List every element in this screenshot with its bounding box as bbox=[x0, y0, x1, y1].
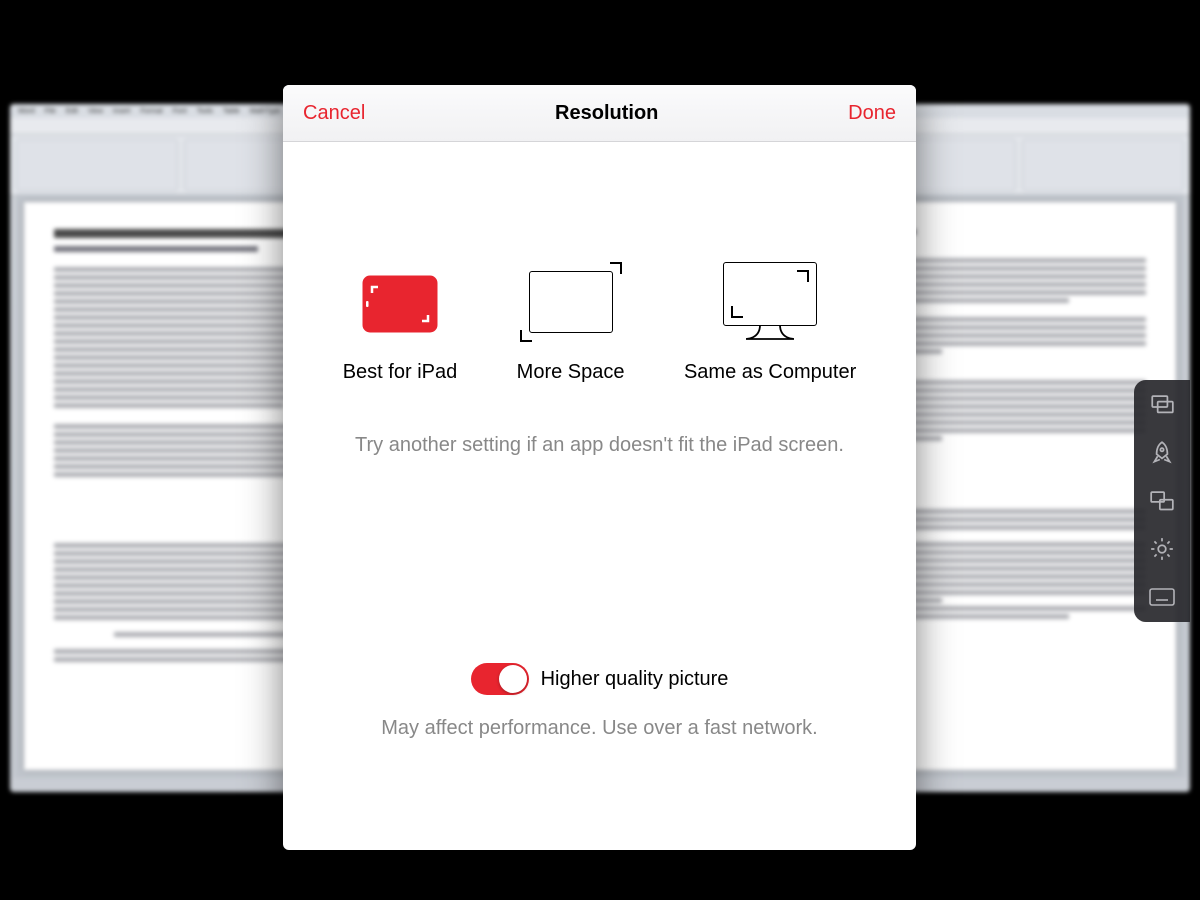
modal-title: Resolution bbox=[555, 102, 658, 125]
ipad-icon bbox=[362, 275, 438, 333]
resolution-options: Best for iPad More Space bbox=[283, 262, 916, 384]
screen-icon bbox=[529, 271, 613, 333]
windows-icon[interactable] bbox=[1149, 394, 1175, 416]
menubar-item: MathType bbox=[250, 108, 281, 115]
menubar-item: Insert bbox=[113, 108, 131, 115]
gear-icon[interactable] bbox=[1149, 538, 1175, 560]
rocket-icon[interactable] bbox=[1149, 442, 1175, 464]
menubar-item: Font bbox=[173, 108, 187, 115]
toggle-hint: May affect performance. Use over a fast … bbox=[283, 717, 916, 740]
option-best-for-ipad[interactable]: Best for iPad bbox=[343, 275, 458, 384]
modal-header: Cancel Resolution Done bbox=[283, 85, 916, 142]
resolution-settings-modal: Cancel Resolution Done Best for iPad bbox=[283, 85, 916, 850]
menubar-item: View bbox=[88, 108, 103, 115]
cancel-button[interactable]: Cancel bbox=[303, 102, 365, 125]
option-more-space[interactable]: More Space bbox=[517, 271, 625, 384]
option-label: Same as Computer bbox=[684, 361, 856, 384]
higher-quality-toggle[interactable] bbox=[471, 663, 529, 695]
menubar-item: File bbox=[45, 108, 56, 115]
connection-side-toolbar bbox=[1134, 380, 1190, 622]
option-label: Best for iPad bbox=[343, 361, 458, 384]
menubar-item: Table bbox=[223, 108, 240, 115]
option-label: More Space bbox=[517, 361, 625, 384]
swap-icon[interactable] bbox=[1149, 490, 1175, 512]
menubar-item: Word bbox=[18, 108, 35, 115]
resolution-hint: Try another setting if an app doesn't fi… bbox=[283, 434, 916, 457]
option-same-as-computer[interactable]: Same as Computer bbox=[684, 262, 856, 384]
done-button[interactable]: Done bbox=[848, 102, 896, 125]
toggle-label: Higher quality picture bbox=[541, 668, 729, 691]
monitor-icon bbox=[724, 262, 816, 343]
menubar-item: Tools bbox=[197, 108, 213, 115]
menubar-item: Format bbox=[141, 108, 163, 115]
menubar-item: Edit bbox=[66, 108, 78, 115]
keyboard-icon[interactable] bbox=[1149, 586, 1175, 608]
